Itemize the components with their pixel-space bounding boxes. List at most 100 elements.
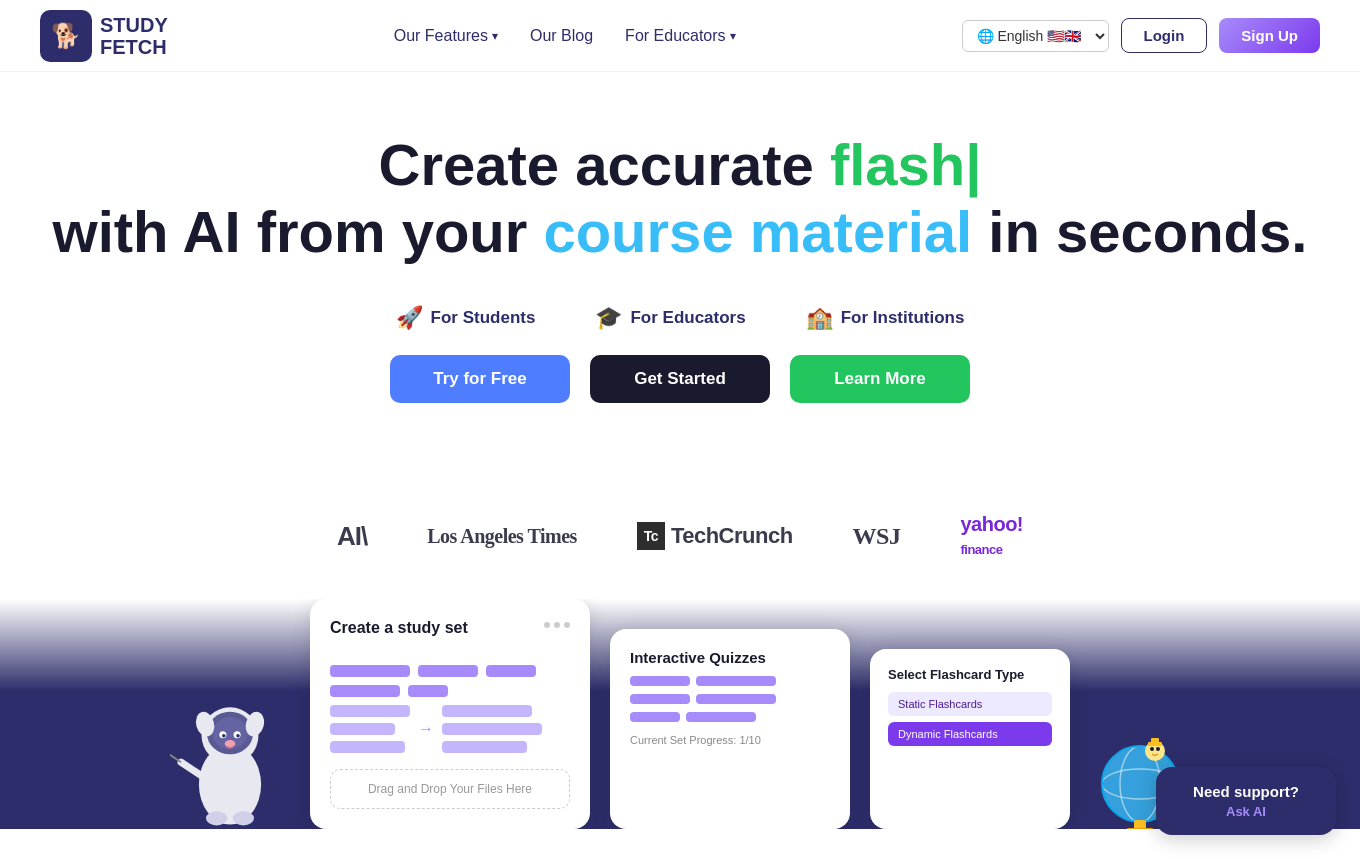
quiz-bar-row	[630, 676, 830, 686]
fc-option-dynamic[interactable]: Dynamic Flashcards	[888, 722, 1052, 746]
audience-tabs: 🚀 For Students 🎓 For Educators 🏫 For Ins…	[20, 305, 1340, 331]
quiz-bar-row	[630, 694, 830, 704]
quiz-bar	[686, 712, 756, 722]
hero-section: Create accurate flash| with AI from your…	[0, 72, 1360, 493]
hero-title-part3: in seconds.	[972, 199, 1307, 264]
hero-title-highlight-blue: course material	[543, 199, 972, 264]
quiz-bar-row	[630, 712, 830, 722]
study-card-title: Create a study set	[330, 619, 468, 637]
language-select[interactable]: 🌐 English 🇺🇸🇬🇧	[962, 20, 1109, 52]
dog-svg	[170, 669, 290, 829]
institution-icon: 🏫	[806, 305, 833, 331]
yahoo-finance-text: finance	[960, 542, 1002, 557]
quiz-bar	[696, 694, 776, 704]
yahoo-logo: yahoo! finance	[960, 513, 1023, 559]
try-free-button[interactable]: Try for Free	[390, 355, 570, 403]
hero-title-part1: Create accurate	[379, 132, 830, 197]
line-block	[330, 723, 395, 735]
arrow-icon: →	[418, 720, 434, 738]
tab-institutions-label: For Institutions	[841, 308, 965, 328]
quiz-bar	[696, 676, 776, 686]
svg-line-11	[181, 763, 201, 776]
svg-point-13	[206, 812, 227, 826]
graduation-icon: 🎓	[595, 305, 622, 331]
logo-text: STUDY FETCH	[100, 14, 168, 58]
dot	[544, 622, 550, 628]
dot	[554, 622, 560, 628]
rocket-icon: 🚀	[396, 305, 423, 331]
content-line-row	[330, 665, 570, 677]
fc-option-static[interactable]: Static Flashcards	[888, 692, 1052, 716]
nav-blog[interactable]: Our Blog	[530, 27, 593, 45]
study-card-dots	[544, 622, 570, 628]
svg-rect-20	[1126, 828, 1154, 829]
nav-features[interactable]: Our Features ▾	[394, 27, 498, 45]
ask-ai-button[interactable]: Ask AI	[1176, 804, 1316, 819]
dot	[564, 622, 570, 628]
learn-more-button[interactable]: Learn More	[790, 355, 970, 403]
study-set-card: Create a study set	[310, 599, 590, 829]
svg-point-10	[225, 740, 236, 747]
svg-point-8	[222, 734, 226, 738]
content-line-row: →	[330, 705, 570, 753]
tab-educators-label: For Educators	[630, 308, 745, 328]
quiz-bar	[630, 712, 680, 722]
logo-icon: 🐕	[40, 10, 92, 62]
line-block	[442, 741, 527, 753]
hero-title: Create accurate flash| with AI from your…	[20, 132, 1340, 265]
navbar: 🐕 STUDY FETCH Our Features ▾ Our Blog Fo…	[0, 0, 1360, 72]
svg-point-22	[1150, 747, 1154, 751]
nav-right: 🌐 English 🇺🇸🇬🇧 Login Sign Up	[962, 18, 1321, 53]
progress-text: Current Set Progress: 1/10	[630, 734, 830, 746]
svg-rect-19	[1134, 820, 1146, 829]
line-block	[442, 723, 542, 735]
yahoo-text: yahoo!	[960, 513, 1023, 535]
chevron-down-icon: ▾	[730, 29, 736, 43]
tab-students-label: For Students	[431, 308, 536, 328]
content-line-row	[330, 685, 570, 697]
hero-title-part2: with AI from your	[53, 199, 544, 264]
quiz-card-title: Interactive Quizzes	[630, 649, 830, 666]
svg-point-9	[236, 734, 240, 738]
line-block	[418, 665, 478, 677]
line-block	[330, 685, 400, 697]
fc-card-title: Select Flashcard Type	[888, 667, 1052, 682]
la-times-logo: Los Angeles Times	[427, 525, 577, 548]
techcrunch-text: TechCrunch	[671, 523, 793, 549]
line-block	[442, 705, 532, 717]
tab-educators[interactable]: 🎓 For Educators	[595, 305, 745, 331]
svg-rect-25	[1151, 738, 1159, 744]
svg-line-12	[170, 754, 181, 763]
line-block	[408, 685, 448, 697]
wsj-logo: WSJ	[853, 523, 901, 550]
nav-links: Our Features ▾ Our Blog For Educators ▾	[394, 27, 736, 45]
quiz-bar	[630, 676, 690, 686]
quiz-bar	[630, 694, 690, 704]
drag-drop-zone[interactable]: Drag and Drop Your Files Here	[330, 769, 570, 809]
tab-students[interactable]: 🚀 For Students	[396, 305, 536, 331]
svg-point-14	[233, 812, 254, 826]
line-block	[486, 665, 536, 677]
nav-educators[interactable]: For Educators ▾	[625, 27, 735, 45]
hero-title-highlight-green: flash|	[830, 132, 982, 197]
signup-button[interactable]: Sign Up	[1219, 18, 1320, 53]
techcrunch-logo: Tc TechCrunch	[637, 522, 793, 550]
tab-institutions[interactable]: 🏫 For Institutions	[806, 305, 965, 331]
anthropic-logo: AI\	[337, 521, 367, 552]
line-block	[330, 741, 405, 753]
content-lines: →	[330, 665, 570, 753]
dog-character	[170, 669, 290, 829]
support-title: Need support?	[1176, 783, 1316, 800]
techcrunch-icon: Tc	[637, 522, 665, 550]
login-button[interactable]: Login	[1121, 18, 1208, 53]
flashcard-type-card: Select Flashcard Type Static Flashcards …	[870, 649, 1070, 829]
quiz-card: Interactive Quizzes Current Set Progress…	[610, 629, 850, 829]
support-chat: Need support? Ask AI	[1156, 767, 1336, 829]
cta-row: Try for Free Get Started Learn More	[20, 355, 1340, 403]
get-started-button[interactable]: Get Started	[590, 355, 770, 403]
line-block	[330, 665, 410, 677]
chevron-down-icon: ▾	[492, 29, 498, 43]
press-logos: AI\ Los Angeles Times Tc TechCrunch WSJ …	[0, 493, 1360, 599]
svg-point-23	[1156, 747, 1160, 751]
logo[interactable]: 🐕 STUDY FETCH	[40, 10, 168, 62]
